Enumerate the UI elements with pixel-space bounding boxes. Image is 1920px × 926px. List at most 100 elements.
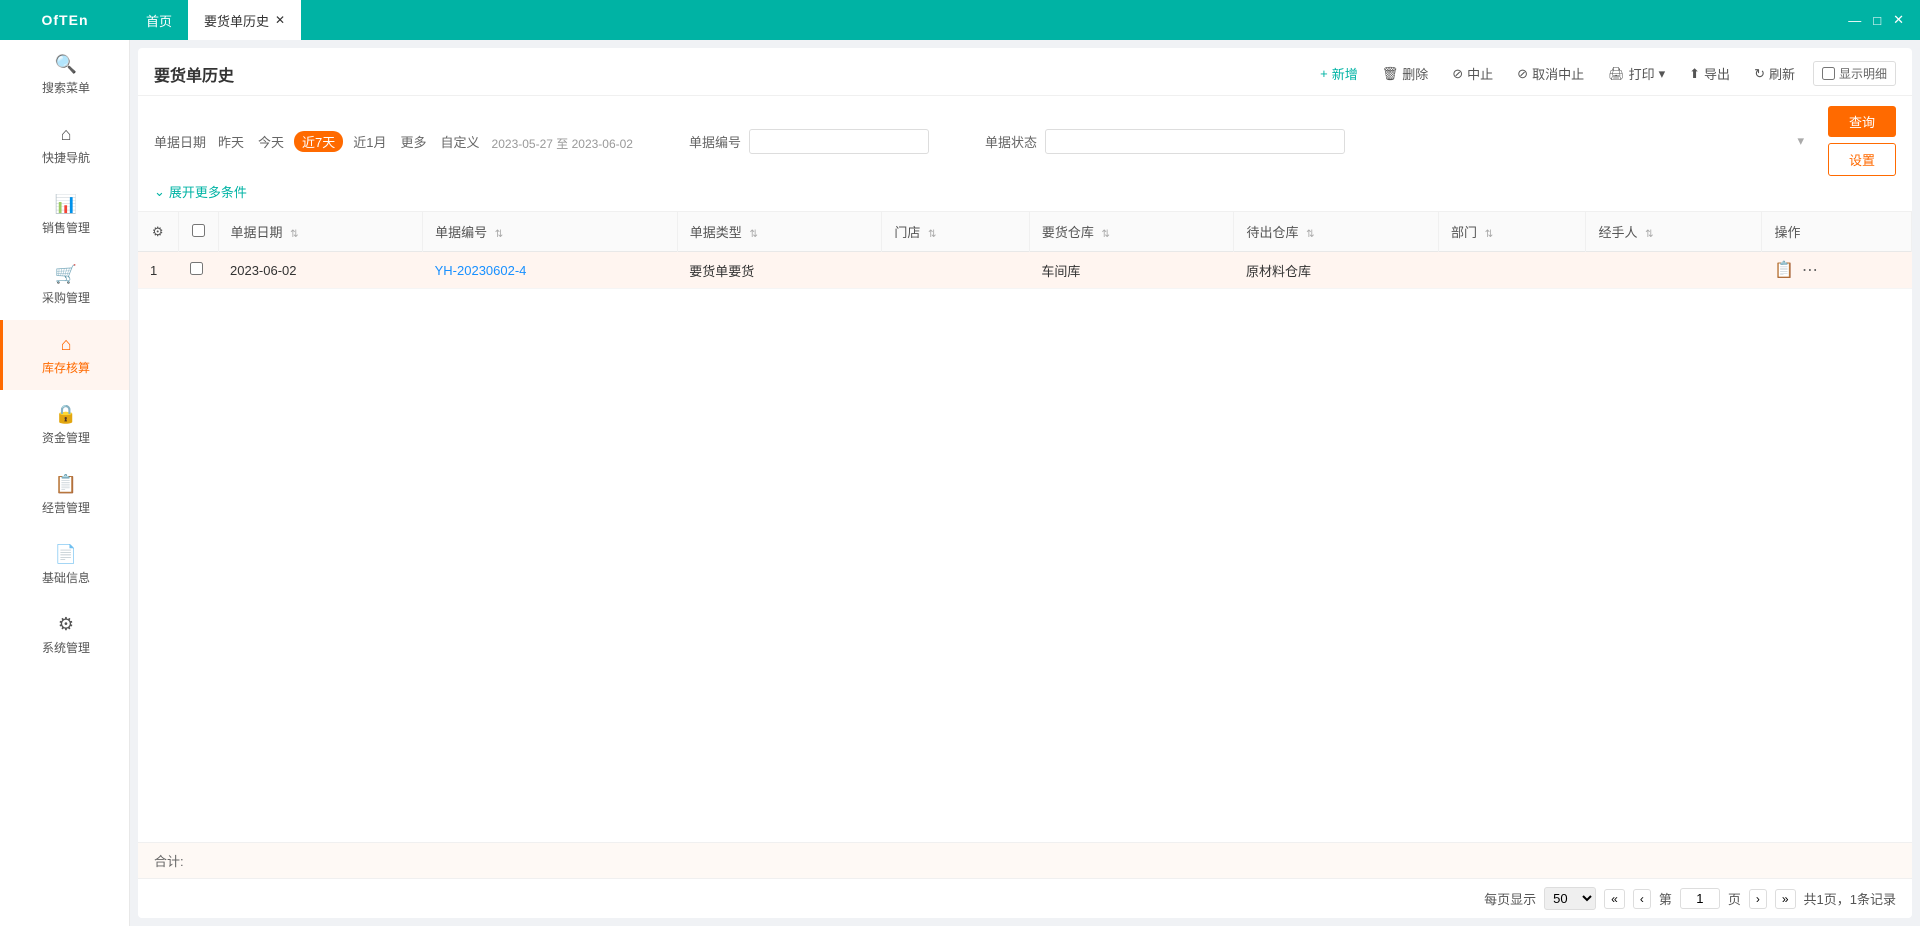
display-detail-button[interactable]: 显示明细	[1813, 61, 1896, 86]
sidebar-item-purchase[interactable]: 🛒 采购管理	[0, 250, 129, 320]
row-more-icon[interactable]: ⋯	[1802, 260, 1818, 280]
bill-no-input[interactable]	[749, 129, 929, 154]
cancel-stop-button[interactable]: ⊘ 取消中止	[1511, 60, 1590, 87]
total-info: 共1页，1条记录	[1804, 889, 1896, 908]
status-input[interactable]	[1045, 129, 1345, 154]
date-label: 单据日期	[154, 132, 206, 151]
query-button[interactable]: 查询	[1828, 106, 1896, 137]
sidebar-item-operations[interactable]: 📋 经营管理	[0, 460, 129, 530]
sidebar-item-finance[interactable]: 🔒 资金管理	[0, 390, 129, 460]
pending-warehouse-sort-icon[interactable]: ⇅	[1306, 229, 1314, 240]
stop-button[interactable]: ⊘ 中止	[1446, 60, 1499, 87]
minimize-icon[interactable]: —	[1848, 13, 1861, 28]
date-shortcut-7days[interactable]: 近7天	[294, 131, 343, 152]
close-window-icon[interactable]: ✕	[1893, 12, 1904, 28]
bill-type-sort-icon[interactable]: ⇅	[749, 229, 757, 240]
handler-sort-icon[interactable]: ⇅	[1645, 229, 1653, 240]
sidebar-item-search[interactable]: 🔍 搜索菜单	[0, 40, 129, 110]
maximize-icon[interactable]: □	[1873, 13, 1881, 28]
stop-label: 中止	[1467, 64, 1493, 83]
date-shortcut-custom[interactable]: 自定义	[437, 131, 484, 152]
delete-icon: 🗑	[1382, 66, 1399, 82]
bill-no-filter: 单据编号	[689, 129, 929, 154]
sidebar-item-quick-nav[interactable]: ⌂ 快捷导航	[0, 110, 129, 180]
export-label: 导出	[1704, 64, 1730, 83]
brand-logo: OfTEn	[0, 0, 130, 40]
sidebar-item-sales[interactable]: 📊 销售管理	[0, 180, 129, 250]
bill-no-label: 单据编号	[689, 132, 741, 151]
page-input[interactable]	[1680, 888, 1720, 909]
th-date: 单据日期 ⇅	[218, 212, 423, 252]
print-button[interactable]: 🖨 打印 ▾	[1602, 60, 1671, 87]
cancel-stop-icon: ⊘	[1517, 66, 1528, 82]
row-actions: 📋 ⋯	[1762, 252, 1912, 289]
finance-icon: 🔒	[55, 404, 77, 425]
th-settings[interactable]: ⚙	[138, 212, 178, 252]
row-bill-no[interactable]: YH-20230602-4	[423, 252, 678, 289]
date-sort-icon[interactable]: ⇅	[290, 229, 298, 240]
th-actions-label: 操作	[1774, 225, 1800, 240]
filter-area: 单据日期 昨天 今天 近7天 近1月 更多 自定义 2023-05-27 至 2…	[138, 96, 1912, 212]
tab-bar: 首页 要货单历史 ✕	[130, 0, 1848, 40]
sidebar-item-inventory[interactable]: ⌂ 库存核算	[0, 320, 129, 390]
header-actions: + 新增 🗑 删除 ⊘ 中止 ⊘ 取消中止	[1314, 60, 1896, 87]
th-bill-type-label: 单据类型	[690, 225, 742, 240]
req-warehouse-sort-icon[interactable]: ⇅	[1101, 229, 1109, 240]
store-sort-icon[interactable]: ⇅	[928, 229, 936, 240]
th-bill-no-label: 单据编号	[435, 225, 487, 240]
row-pending-warehouse-value: 原材料仓库	[1246, 264, 1311, 279]
th-req-warehouse: 要货仓库 ⇅	[1029, 212, 1234, 252]
date-shortcut-more[interactable]: 更多	[397, 131, 431, 152]
expand-more-button[interactable]: ⌄ 展开更多条件	[154, 182, 1896, 201]
table-row: 1 2023-06-02 YH-20230602-4	[138, 252, 1912, 289]
row-select-checkbox[interactable]	[190, 262, 203, 275]
pagination: 每页显示 10 20 50 100 « ‹ 第 页 › » 共1页，1条记录	[138, 878, 1912, 918]
export-button[interactable]: ⬆ 导出	[1683, 60, 1736, 87]
sidebar-basic-info-label: 基础信息	[42, 569, 90, 586]
close-tab-icon[interactable]: ✕	[275, 13, 285, 27]
filter-row-1: 单据日期 昨天 今天 近7天 近1月 更多 自定义 2023-05-27 至 2…	[154, 106, 1896, 176]
per-page-select[interactable]: 10 20 50 100	[1544, 887, 1596, 910]
date-shortcut-1month[interactable]: 近1月	[349, 131, 390, 152]
table-settings-icon[interactable]: ⚙	[152, 224, 164, 239]
tab-home[interactable]: 首页	[130, 0, 188, 40]
setting-button[interactable]: 设置	[1828, 143, 1896, 176]
new-button[interactable]: + 新增	[1314, 60, 1364, 87]
status-filter: 单据状态 ▾	[985, 129, 1812, 154]
display-detail-checkbox[interactable]	[1822, 67, 1835, 80]
filter-actions: 查询 设置	[1828, 106, 1896, 176]
sidebar-item-system[interactable]: ⚙ 系统管理	[0, 600, 129, 670]
last-page-button[interactable]: »	[1775, 889, 1796, 909]
row-bill-no-link[interactable]: YH-20230602-4	[435, 263, 527, 278]
search-menu-icon: 🔍	[55, 54, 77, 75]
status-dropdown-icon[interactable]: ▾	[1797, 133, 1804, 149]
row-department	[1439, 252, 1586, 289]
department-sort-icon[interactable]: ⇅	[1485, 229, 1493, 240]
th-bill-type: 单据类型 ⇅	[677, 212, 882, 252]
select-all-checkbox[interactable]	[192, 224, 205, 237]
table-container: ⚙ 单据日期 ⇅ 单据编号 ⇅	[138, 212, 1912, 842]
prev-page-button[interactable]: ‹	[1633, 889, 1651, 909]
delete-button[interactable]: 🗑 删除	[1376, 60, 1435, 87]
sidebar-search-label: 搜索菜单	[42, 79, 90, 96]
date-shortcut-today[interactable]: 今天	[254, 131, 288, 152]
sidebar-item-basic-info[interactable]: 📄 基础信息	[0, 530, 129, 600]
date-shortcut-yesterday[interactable]: 昨天	[214, 131, 248, 152]
bill-no-sort-icon[interactable]: ⇅	[495, 229, 503, 240]
per-page-label: 每页显示	[1484, 889, 1536, 908]
date-range-display: 2023-05-27 至 2023-06-02	[492, 137, 633, 151]
th-handler-label: 经手人	[1598, 225, 1637, 240]
row-req-warehouse: 车间库	[1029, 252, 1234, 289]
refresh-button[interactable]: ↻ 刷新	[1748, 60, 1801, 87]
footer-total-label: 合计:	[154, 851, 184, 870]
delete-label: 删除	[1402, 64, 1428, 83]
next-page-button[interactable]: ›	[1749, 889, 1767, 909]
row-index: 1	[138, 252, 178, 289]
row-edit-icon[interactable]: 📋	[1774, 260, 1794, 280]
basic-info-icon: 📄	[55, 544, 77, 565]
first-page-button[interactable]: «	[1604, 889, 1625, 909]
th-pending-warehouse-label: 待出仓库	[1246, 225, 1298, 240]
sidebar-quick-nav-label: 快捷导航	[42, 149, 90, 166]
tab-requisition-history[interactable]: 要货单历史 ✕	[188, 0, 301, 40]
sidebar-sales-label: 销售管理	[42, 219, 90, 236]
